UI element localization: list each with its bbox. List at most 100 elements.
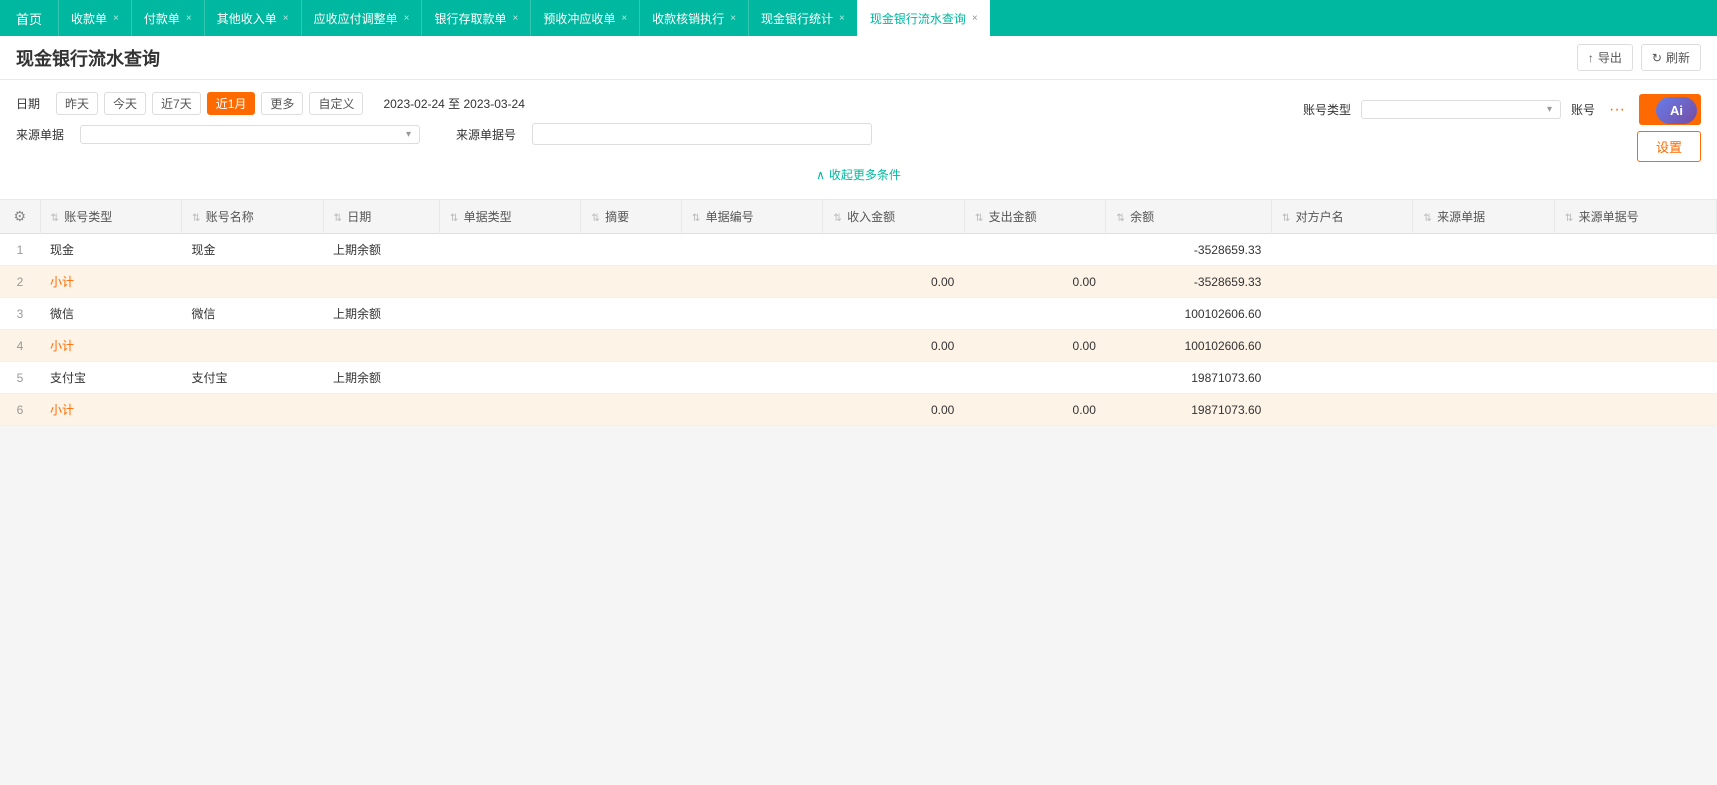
row-doc-type-5: [439, 394, 581, 426]
gear-icon[interactable]: ⚙: [13, 208, 26, 224]
close-bank-deposits-icon[interactable]: ×: [512, 13, 518, 24]
collapse-label: 收起更多条件: [829, 166, 901, 183]
row-income-3: 0.00: [823, 330, 965, 362]
row-account-type-0: 现金: [40, 234, 182, 266]
nav-tab-other-income[interactable]: 其他收入单 ×: [204, 0, 301, 36]
sort-arrows-date[interactable]: ⇅: [334, 213, 342, 224]
th-gear: ⚙: [0, 200, 40, 234]
source-doc-select[interactable]: ▾: [80, 125, 420, 144]
nav-tab-bank-deposits-label: 银行存取款单: [434, 10, 506, 27]
export-button[interactable]: ↑ 导出: [1577, 44, 1633, 71]
nav-home[interactable]: 首页: [0, 0, 58, 36]
row-expense-0: [964, 234, 1106, 266]
row-source-doc-no-3: [1554, 330, 1716, 362]
row-num-1: 2: [0, 266, 40, 298]
source-doc-no-input[interactable]: [532, 123, 872, 145]
settings-button[interactable]: 设置: [1637, 131, 1701, 162]
nav-tab-adjustments[interactable]: 应收应付调整单 ×: [301, 0, 422, 36]
nav-tab-receipts-label: 收款单: [71, 10, 107, 27]
row-balance-5: 19871073.60: [1106, 394, 1271, 426]
nav-tab-payments[interactable]: 付款单 ×: [131, 0, 204, 36]
row-num-2: 3: [0, 298, 40, 330]
sort-arrows-summary[interactable]: ⇅: [591, 213, 599, 224]
nav-tab-advance[interactable]: 预收冲应收单 ×: [530, 0, 639, 36]
close-statistics-icon[interactable]: ×: [839, 13, 845, 24]
th-account-type: ⇅ 账号类型: [40, 200, 182, 234]
sort-arrows-account-name[interactable]: ⇅: [192, 213, 200, 224]
row-source-doc-no-2: [1554, 298, 1716, 330]
date-btn-1month[interactable]: 近1月: [207, 92, 256, 115]
row-balance-4: 19871073.60: [1106, 362, 1271, 394]
row-num-5: 6: [0, 394, 40, 426]
th-source-doc: ⇅ 来源单据: [1413, 200, 1555, 234]
row-source-doc-no-0: [1554, 234, 1716, 266]
date-btn-yesterday[interactable]: 昨天: [56, 92, 98, 115]
row-doc-no-5: [681, 394, 823, 426]
nav-tab-bank-deposits[interactable]: 银行存取款单 ×: [421, 0, 530, 36]
row-expense-4: [964, 362, 1106, 394]
close-advance-icon[interactable]: ×: [621, 13, 627, 24]
close-receipts-icon[interactable]: ×: [113, 13, 119, 24]
sort-arrows-expense[interactable]: ⇅: [975, 213, 983, 224]
row-source-doc-no-5: [1554, 394, 1716, 426]
nav-tab-verification-label: 收款核销执行: [652, 10, 724, 27]
date-btn-custom[interactable]: 自定义: [309, 92, 363, 115]
date-btn-today[interactable]: 今天: [104, 92, 146, 115]
date-btn-more[interactable]: 更多: [261, 92, 303, 115]
date-btn-7days[interactable]: 近7天: [152, 92, 201, 115]
collapse-arrow-icon: ∧: [816, 168, 825, 182]
row-date-0: 上期余额: [323, 234, 439, 266]
account-type-select[interactable]: ▾: [1361, 100, 1561, 119]
table-row: 5 支付宝 支付宝 上期余额 19871073.60: [0, 362, 1717, 394]
sort-arrows-doc-type[interactable]: ⇅: [450, 213, 458, 224]
nav-tab-advance-label: 预收冲应收单: [543, 10, 615, 27]
nav-tab-receipts[interactable]: 收款单 ×: [58, 0, 131, 36]
row-expense-1: 0.00: [964, 266, 1106, 298]
row-summary-2: [581, 298, 681, 330]
nav-tab-ledger-query[interactable]: 现金银行流水查询 ×: [857, 0, 990, 36]
close-adjustments-icon[interactable]: ×: [404, 13, 410, 24]
row-balance-1: -3528659.33: [1106, 266, 1271, 298]
row-summary-0: [581, 234, 681, 266]
nav-tab-verification[interactable]: 收款核销执行 ×: [639, 0, 748, 36]
row-expense-5: 0.00: [964, 394, 1106, 426]
row-num-3: 4: [0, 330, 40, 362]
collapse-bar[interactable]: ∧ 收起更多条件: [16, 162, 1701, 187]
nav-tab-statistics-label: 现金银行统计: [761, 10, 833, 27]
close-other-income-icon[interactable]: ×: [283, 13, 289, 24]
sort-arrows-counterpart[interactable]: ⇅: [1282, 213, 1290, 224]
th-income: ⇅ 收入金额: [823, 200, 965, 234]
close-payments-icon[interactable]: ×: [186, 13, 192, 24]
nav-tab-ledger-query-label: 现金银行流水查询: [870, 10, 966, 27]
header-actions: ↑ 导出 ↻ 刷新: [1577, 44, 1701, 71]
refresh-button[interactable]: ↻ 刷新: [1641, 44, 1701, 71]
ledger-table: ⚙ ⇅ 账号类型 ⇅ 账号名称 ⇅ 日期 ⇅ 单据类型: [0, 200, 1717, 426]
row-source-doc-5: [1413, 394, 1555, 426]
row-doc-type-4: [439, 362, 581, 394]
row-num-4: 5: [0, 362, 40, 394]
nav-tab-statistics[interactable]: 现金银行统计 ×: [748, 0, 857, 36]
sort-arrows-account-type[interactable]: ⇅: [51, 213, 59, 224]
close-ledger-query-icon[interactable]: ×: [972, 13, 978, 24]
account-dots-icon[interactable]: ···: [1605, 101, 1629, 119]
row-date-1: [323, 266, 439, 298]
table-row: 2 小计 0.00 0.00 -3528659.33: [0, 266, 1717, 298]
row-account-type-2: 微信: [40, 298, 182, 330]
account-type-label: 账号类型: [1303, 101, 1351, 118]
sort-arrows-income[interactable]: ⇅: [833, 213, 841, 224]
row-counterpart-3: [1271, 330, 1413, 362]
date-range-value: 2023-02-24 至 2023-03-24: [383, 95, 524, 112]
row-source-doc-no-1: [1554, 266, 1716, 298]
table-header-row: ⚙ ⇅ 账号类型 ⇅ 账号名称 ⇅ 日期 ⇅ 单据类型: [0, 200, 1717, 234]
row-doc-no-2: [681, 298, 823, 330]
account-label: 账号: [1571, 101, 1595, 118]
sort-arrows-source-doc[interactable]: ⇅: [1423, 213, 1431, 224]
close-verification-icon[interactable]: ×: [730, 13, 736, 24]
refresh-icon: ↻: [1652, 51, 1662, 65]
row-counterpart-2: [1271, 298, 1413, 330]
filter-row-date: 日期 昨天 今天 近7天 近1月 更多 自定义 2023-02-24 至 202…: [16, 92, 1287, 115]
sort-arrows-source-doc-no[interactable]: ⇅: [1565, 213, 1573, 224]
ai-badge[interactable]: Ai: [1656, 97, 1697, 124]
sort-arrows-balance[interactable]: ⇅: [1116, 213, 1124, 224]
sort-arrows-doc-no[interactable]: ⇅: [692, 213, 700, 224]
